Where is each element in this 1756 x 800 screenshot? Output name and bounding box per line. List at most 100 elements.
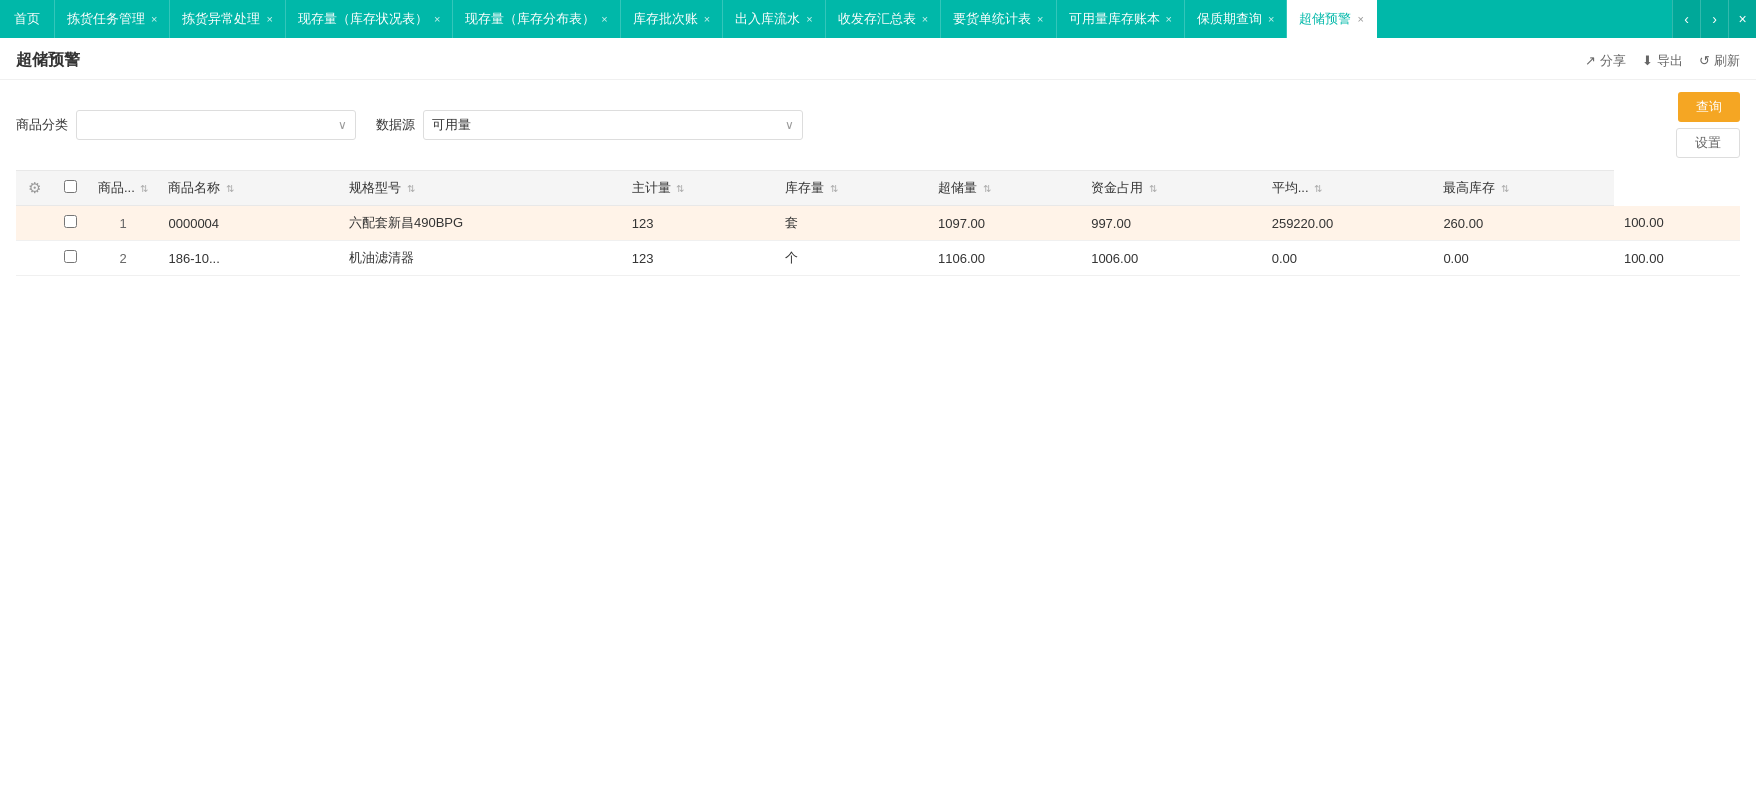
sort-unit-icon[interactable]: ⇅	[676, 183, 684, 194]
table-row: 1 0000004 六配套新昌490BPG 123 套 1097.00 997.…	[16, 206, 1740, 241]
nav-tab-order-stat[interactable]: 要货单统计表 ×	[941, 0, 1056, 38]
nav-tab-stock-dist[interactable]: 现存量（库存分布表） ×	[453, 0, 620, 38]
setting-button[interactable]: 设置	[1676, 128, 1740, 158]
filter-actions: 查询 设置	[1676, 92, 1740, 158]
nav-tab-label: 现存量（库存分布表）	[465, 10, 595, 28]
sort-maxstock-icon[interactable]: ⇅	[1501, 183, 1509, 194]
sort-overstock-icon[interactable]: ⇅	[983, 183, 991, 194]
nav-tab-close-abnormal[interactable]: ×	[266, 13, 272, 25]
row-spec: 123	[622, 206, 775, 241]
nav-tab-close-quality[interactable]: ×	[1268, 13, 1274, 25]
share-icon: ↗	[1585, 53, 1596, 68]
nav-tab-close-stock-status[interactable]: ×	[434, 13, 440, 25]
sort-product-name-icon[interactable]: ⇅	[226, 183, 234, 194]
category-filter: 商品分类 ∨	[16, 110, 356, 140]
col-stock-header: 库存量 ⇅	[775, 171, 928, 206]
row-avg: 0.00	[1433, 241, 1614, 276]
nav-close-arrow[interactable]: ×	[1728, 0, 1756, 38]
row-maxstock: 100.00	[1614, 206, 1740, 241]
row-checkbox-0[interactable]	[64, 215, 77, 228]
nav-tab-label: 可用量库存账本	[1069, 10, 1160, 28]
datasource-select[interactable]: 可用量 ∨	[423, 110, 803, 140]
nav-tab-close-order-stat[interactable]: ×	[1037, 13, 1043, 25]
row-product-name: 机油滤清器	[339, 241, 622, 276]
query-button[interactable]: 查询	[1678, 92, 1740, 122]
row-product-code: 0000004	[158, 206, 339, 241]
nav-tab-close-task[interactable]: ×	[151, 13, 157, 25]
export-button[interactable]: ⬇ 导出	[1642, 52, 1683, 70]
nav-tab-close-overstock[interactable]: ×	[1357, 13, 1363, 25]
nav-right-arrow[interactable]: ›	[1700, 0, 1728, 38]
nav-tab-quality[interactable]: 保质期查询 ×	[1185, 0, 1287, 38]
row-overstock: 997.00	[1081, 206, 1262, 241]
nav-tab-label: 拣货任务管理	[67, 10, 145, 28]
page-header: 超储预警 ↗ 分享 ⬇ 导出 ↺ 刷新	[0, 38, 1756, 80]
filter-bar: 商品分类 ∨ 数据源 可用量 ∨ 查询 设置	[0, 80, 1756, 170]
category-label: 商品分类	[16, 116, 68, 134]
row-gear-cell	[16, 241, 52, 276]
table-row: 2 186-10... 机油滤清器 123 个 1106.00 1006.00 …	[16, 241, 1740, 276]
nav-left-arrow[interactable]: ‹	[1672, 0, 1700, 38]
nav-tab-label: 库存批次账	[633, 10, 698, 28]
row-gear-cell	[16, 206, 52, 241]
col-gear: ⚙	[16, 171, 52, 206]
nav-tab-collect[interactable]: 收发存汇总表 ×	[826, 0, 941, 38]
row-overstock: 1006.00	[1081, 241, 1262, 276]
nav-tab-stock-status[interactable]: 现存量（库存状况表）×	[286, 0, 453, 38]
sort-spec-icon[interactable]: ⇅	[407, 183, 415, 194]
nav-tab-label: 首页	[14, 10, 40, 28]
row-unit: 套	[775, 206, 928, 241]
nav-tab-close-stock-batch[interactable]: ×	[704, 13, 710, 25]
nav-tab-stock-batch[interactable]: 库存批次账 ×	[621, 0, 723, 38]
select-all-checkbox[interactable]	[64, 180, 77, 193]
row-num: 1	[88, 206, 158, 241]
nav-tab-label: 出入库流水	[735, 10, 800, 28]
category-select[interactable]: ∨	[76, 110, 356, 140]
row-avg: 260.00	[1433, 206, 1614, 241]
nav-tab-home[interactable]: 首页	[0, 0, 55, 38]
row-checkbox-1[interactable]	[64, 250, 77, 263]
table-header-row: ⚙ 商品... ⇅ 商品名称 ⇅ 规格型号 ⇅ 主计量	[16, 171, 1740, 206]
category-chevron-icon: ∨	[338, 118, 347, 132]
row-maxstock: 100.00	[1614, 241, 1740, 276]
datasource-chevron-icon: ∨	[785, 118, 794, 132]
datasource-label: 数据源	[376, 116, 415, 134]
nav-tab-close-inout-flow[interactable]: ×	[806, 13, 812, 25]
nav-tab-task[interactable]: 拣货任务管理 ×	[55, 0, 170, 38]
nav-tab-label: 收发存汇总表	[838, 10, 916, 28]
refresh-icon: ↺	[1699, 53, 1710, 68]
sort-product-code-icon[interactable]: ⇅	[140, 183, 148, 194]
sort-stock-icon[interactable]: ⇅	[830, 183, 838, 194]
nav-tab-inout-flow[interactable]: 出入库流水 ×	[723, 0, 825, 38]
col-product-code-header: 商品... ⇅	[88, 171, 158, 206]
sort-avg-icon[interactable]: ⇅	[1314, 183, 1322, 194]
nav-tab-label: 要货单统计表	[953, 10, 1031, 28]
nav-tab-overstock[interactable]: 超储预警×	[1287, 0, 1376, 38]
col-overstock-header: 超储量 ⇅	[928, 171, 1081, 206]
row-spec: 123	[622, 241, 775, 276]
share-button[interactable]: ↗ 分享	[1585, 52, 1626, 70]
col-spec-header: 规格型号 ⇅	[339, 171, 622, 206]
col-maxstock-header: 最高库存 ⇅	[1433, 171, 1614, 206]
nav-tab-close-avail-stock[interactable]: ×	[1166, 13, 1172, 25]
nav-tab-avail-stock[interactable]: 可用量库存账本 ×	[1057, 0, 1185, 38]
row-product-code: 186-10...	[158, 241, 339, 276]
nav-tab-close-collect[interactable]: ×	[922, 13, 928, 25]
export-icon: ⬇	[1642, 53, 1653, 68]
row-num: 2	[88, 241, 158, 276]
nav-tab-label: 保质期查询	[1197, 10, 1262, 28]
row-stock: 1097.00	[928, 206, 1081, 241]
row-checkbox-cell	[52, 241, 88, 276]
datasource-select-value: 可用量	[432, 116, 471, 134]
col-unit-header: 主计量 ⇅	[622, 171, 775, 206]
data-table: ⚙ 商品... ⇅ 商品名称 ⇅ 规格型号 ⇅ 主计量	[16, 170, 1740, 276]
row-capital: 259220.00	[1262, 206, 1434, 241]
nav-tab-close-stock-dist[interactable]: ×	[601, 13, 607, 25]
row-capital: 0.00	[1262, 241, 1434, 276]
column-settings-button[interactable]: ⚙	[28, 179, 41, 197]
nav-arrows: ‹ › ×	[1672, 0, 1756, 38]
sort-capital-icon[interactable]: ⇅	[1149, 183, 1157, 194]
nav-tab-abnormal[interactable]: 拣货异常处理×	[170, 0, 285, 38]
refresh-button[interactable]: ↺ 刷新	[1699, 52, 1740, 70]
top-nav: 首页拣货任务管理×拣货异常处理×现存量（库存状况表）×现存量（库存分布表）×库存…	[0, 0, 1756, 38]
